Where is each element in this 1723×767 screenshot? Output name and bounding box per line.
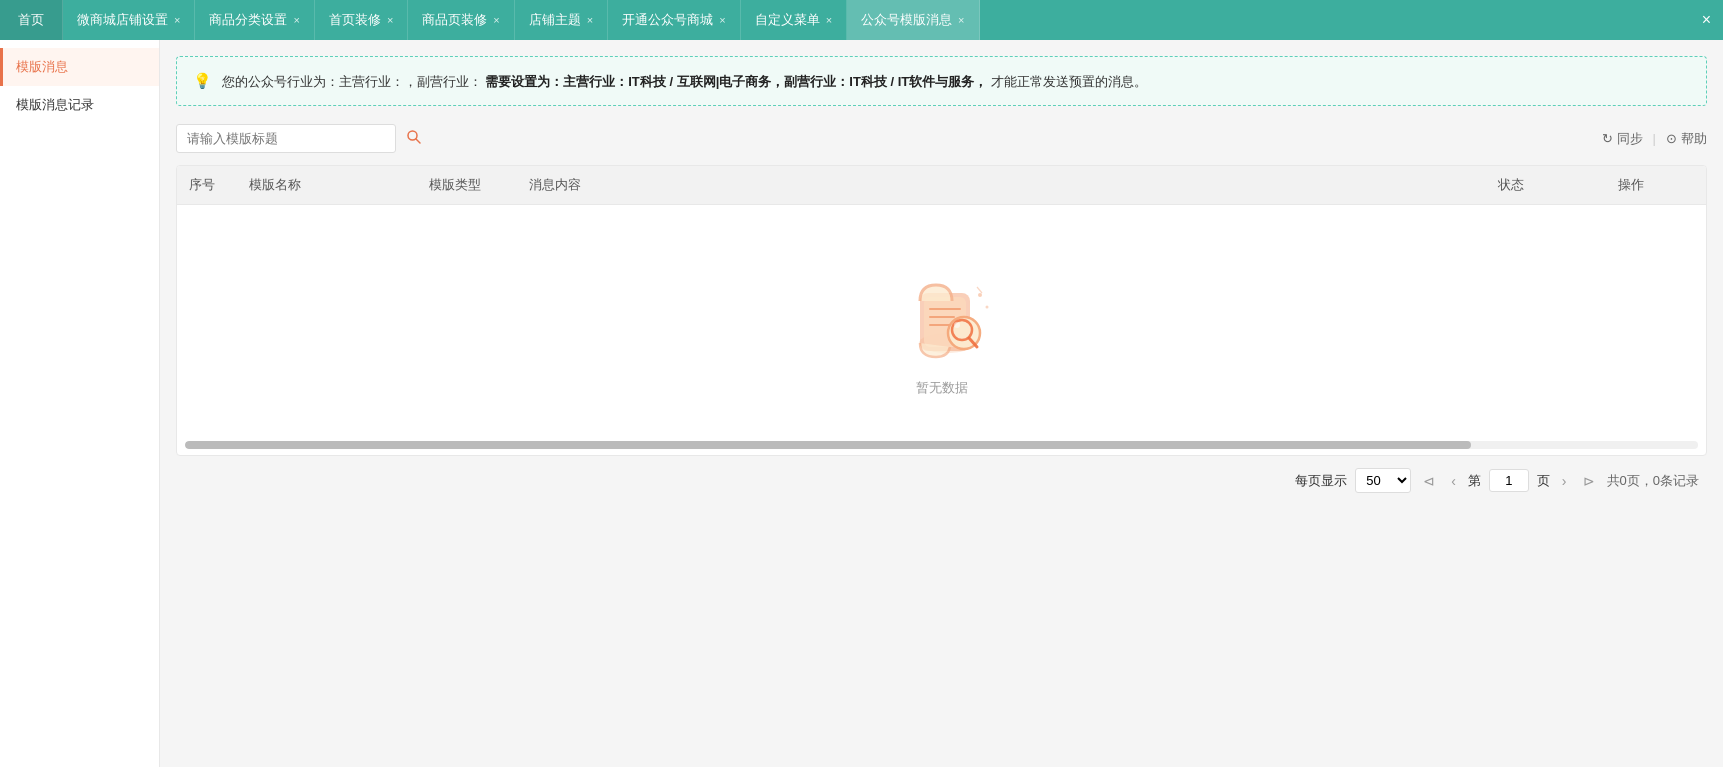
search-icon: [406, 129, 422, 145]
tab-template-msg-close[interactable]: ×: [958, 14, 964, 26]
notice-box: 💡 您的公众号行业为：主营行业：，副营行业： 需要设置为：主营行业：IT科技 /…: [176, 56, 1707, 106]
tab-template-msg-label: 公众号模版消息: [861, 11, 952, 29]
notice-text-highlight: 需要设置为：主营行业：IT科技 / 互联网|电子商务，副营行业：IT科技 / I…: [485, 74, 987, 89]
next-page-button[interactable]: ›: [1558, 471, 1571, 491]
col-name: 模版名称: [237, 166, 417, 205]
col-status: 状态: [1486, 166, 1606, 205]
sync-button[interactable]: ↻ 同步: [1602, 130, 1643, 148]
tab-product-decor-close[interactable]: ×: [493, 14, 499, 26]
tab-home-decor-close[interactable]: ×: [387, 14, 393, 26]
first-page-button[interactable]: ⊲: [1419, 471, 1439, 491]
tab-custom-menu-label: 自定义菜单: [755, 11, 820, 29]
tab-template-msg[interactable]: 公众号模版消息 ×: [847, 0, 979, 40]
col-index: 序号: [177, 166, 237, 205]
last-page-button[interactable]: ⊳: [1579, 471, 1599, 491]
help-label: 帮助: [1681, 130, 1707, 148]
col-content: 消息内容: [517, 166, 1486, 205]
tab-shop-settings-label: 微商城店铺设置: [77, 11, 168, 29]
sidebar-item-template-msg-log[interactable]: 模版消息记录: [0, 86, 159, 124]
tab-shop-settings[interactable]: 微商城店铺设置 ×: [63, 0, 195, 40]
sidebar-item-template-msg-log-label: 模版消息记录: [16, 97, 94, 112]
page-input[interactable]: [1489, 469, 1529, 492]
tab-open-mall[interactable]: 开通公众号商城 ×: [608, 0, 740, 40]
tab-home-decor-label: 首页装修: [329, 11, 381, 29]
prev-page-button[interactable]: ‹: [1447, 471, 1460, 491]
toolbar-divider: |: [1653, 131, 1656, 146]
sidebar: 模版消息 模版消息记录: [0, 40, 160, 767]
tab-home[interactable]: 首页: [0, 0, 63, 40]
sync-label: 同步: [1617, 130, 1643, 148]
col-type: 模版类型: [417, 166, 517, 205]
page-word: 页: [1537, 472, 1550, 490]
tab-custom-menu-close[interactable]: ×: [826, 14, 832, 26]
page-size-label: 每页显示: [1295, 472, 1347, 490]
page-word-prefix: 第: [1468, 472, 1481, 490]
tab-store-theme-label: 店铺主题: [529, 11, 581, 29]
sidebar-item-template-msg-label: 模版消息: [16, 59, 68, 74]
tab-category-settings[interactable]: 商品分类设置 ×: [195, 0, 314, 40]
notice-text-suffix: 才能正常发送预置的消息。: [991, 74, 1147, 89]
empty-illustration: [892, 265, 992, 365]
scroll-thumb: [185, 441, 1471, 449]
svg-line-14: [977, 287, 982, 293]
sync-icon: ↻: [1602, 131, 1613, 146]
col-action: 操作: [1606, 166, 1706, 205]
close-all-button[interactable]: ×: [1690, 0, 1723, 40]
empty-state: 暂无数据: [177, 205, 1706, 437]
horizontal-scrollbar[interactable]: [185, 441, 1698, 449]
help-icon: ⊙: [1666, 131, 1677, 146]
tab-home-label: 首页: [18, 11, 44, 29]
top-nav: 首页 微商城店铺设置 × 商品分类设置 × 首页装修 × 商品页装修 × 店铺主…: [0, 0, 1723, 40]
svg-point-12: [978, 293, 982, 297]
tab-shop-settings-close[interactable]: ×: [174, 14, 180, 26]
data-table: 序号 模版名称 模版类型 消息内容 状态 操作: [177, 166, 1706, 437]
tab-open-mall-label: 开通公众号商城: [622, 11, 713, 29]
notice-text-prefix: 您的公众号行业为：主营行业：，副营行业：: [222, 74, 482, 89]
tab-custom-menu[interactable]: 自定义菜单 ×: [741, 0, 847, 40]
pagination: 每页显示 50 10 20 100 ⊲ ‹ 第 页 › ⊳ 共0页，0条记录: [176, 456, 1707, 501]
svg-point-11: [954, 322, 960, 328]
search-button[interactable]: [402, 125, 426, 153]
empty-row: 暂无数据: [177, 205, 1706, 438]
help-button[interactable]: ⊙ 帮助: [1666, 130, 1707, 148]
main-content: 💡 您的公众号行业为：主营行业：，副营行业： 需要设置为：主营行业：IT科技 /…: [160, 40, 1723, 767]
tab-home-decor[interactable]: 首页装修 ×: [315, 0, 408, 40]
tab-category-settings-close[interactable]: ×: [293, 14, 299, 26]
tab-open-mall-close[interactable]: ×: [719, 14, 725, 26]
table-header-row: 序号 模版名称 模版类型 消息内容 状态 操作: [177, 166, 1706, 205]
toolbar-right: ↻ 同步 | ⊙ 帮助: [1602, 130, 1707, 148]
page-size-select[interactable]: 50 10 20 100: [1355, 468, 1411, 493]
bulb-icon: 💡: [193, 72, 212, 89]
tab-category-settings-label: 商品分类设置: [209, 11, 287, 29]
tab-product-decor-label: 商品页装修: [422, 11, 487, 29]
search-bar: ↻ 同步 | ⊙ 帮助: [176, 124, 1707, 153]
svg-line-1: [416, 139, 420, 143]
layout: 模版消息 模版消息记录 💡 您的公众号行业为：主营行业：，副营行业： 需要设置为…: [0, 40, 1723, 767]
table-wrap: 序号 模版名称 模版类型 消息内容 状态 操作: [176, 165, 1707, 456]
svg-point-13: [985, 306, 988, 309]
tab-store-theme-close[interactable]: ×: [587, 14, 593, 26]
empty-text: 暂无数据: [177, 379, 1706, 397]
tab-product-decor[interactable]: 商品页装修 ×: [408, 0, 514, 40]
tab-store-theme[interactable]: 店铺主题 ×: [515, 0, 608, 40]
search-input[interactable]: [176, 124, 396, 153]
total-info: 共0页，0条记录: [1607, 472, 1699, 490]
sidebar-item-template-msg[interactable]: 模版消息: [0, 48, 159, 86]
